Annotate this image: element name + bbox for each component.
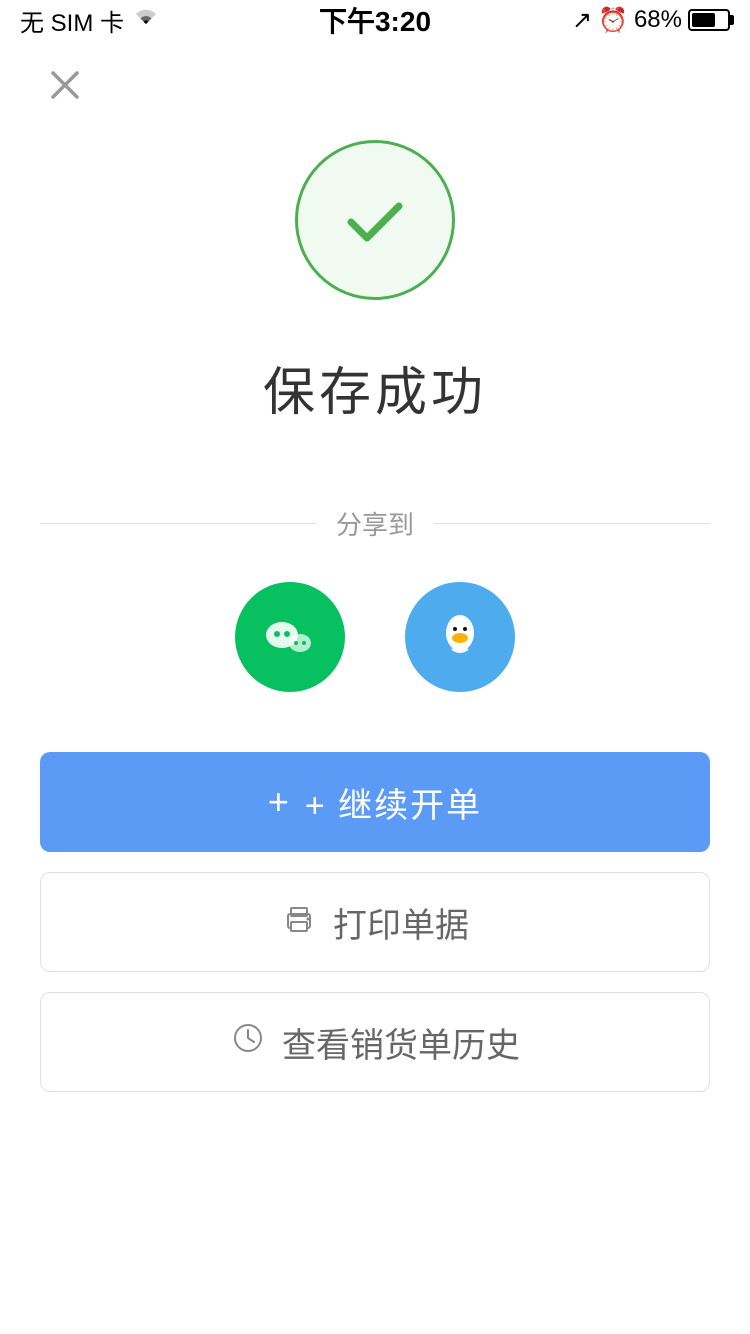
history-button[interactable]: 查看销货单历史 [40,992,710,1092]
alarm-icon: ⏰ [598,6,628,35]
printer-icon [281,900,317,945]
continue-order-button[interactable]: + + 继续开单 [40,752,710,852]
history-label: 查看销货单历史 [282,1018,520,1067]
success-circle [295,140,455,300]
wechat-icon [258,605,322,669]
close-icon [47,67,83,103]
history-icon [230,1020,266,1065]
checkmark-icon [335,180,415,260]
divider-right [434,523,710,524]
divider-row: 分享到 [40,505,710,542]
status-left: 无 SIM 卡 [20,3,160,38]
continue-order-label: + 继续开单 [305,778,482,827]
qq-share-button[interactable] [405,582,515,692]
plus-icon: + [268,781,289,823]
actions-section: + + 继续开单 打印单据 查看销货单历史 [40,752,710,1092]
share-label: 分享到 [336,505,414,542]
divider-left [40,523,316,524]
sim-status: 无 SIM 卡 [20,3,124,38]
battery-icon [688,9,730,31]
wechat-share-button[interactable] [235,582,345,692]
print-button[interactable]: 打印单据 [40,872,710,972]
share-section: 分享到 [40,505,710,692]
status-bar: 无 SIM 卡 下午3:20 ↗ ⏰ 68% [0,0,750,40]
success-section: 保存成功 [263,140,487,425]
status-right: ↗ ⏰ 68% [572,6,730,35]
battery-percent: 68% [634,6,682,34]
qq-icon [428,605,492,669]
close-button[interactable] [40,60,90,110]
wifi-icon [132,6,160,35]
success-title: 保存成功 [263,350,487,425]
status-time: 下午3:20 [319,0,431,40]
share-icons [235,582,515,692]
print-label: 打印单据 [333,898,469,947]
location-icon: ↗ [572,6,592,35]
main-content: 保存成功 分享到 [0,40,750,1334]
